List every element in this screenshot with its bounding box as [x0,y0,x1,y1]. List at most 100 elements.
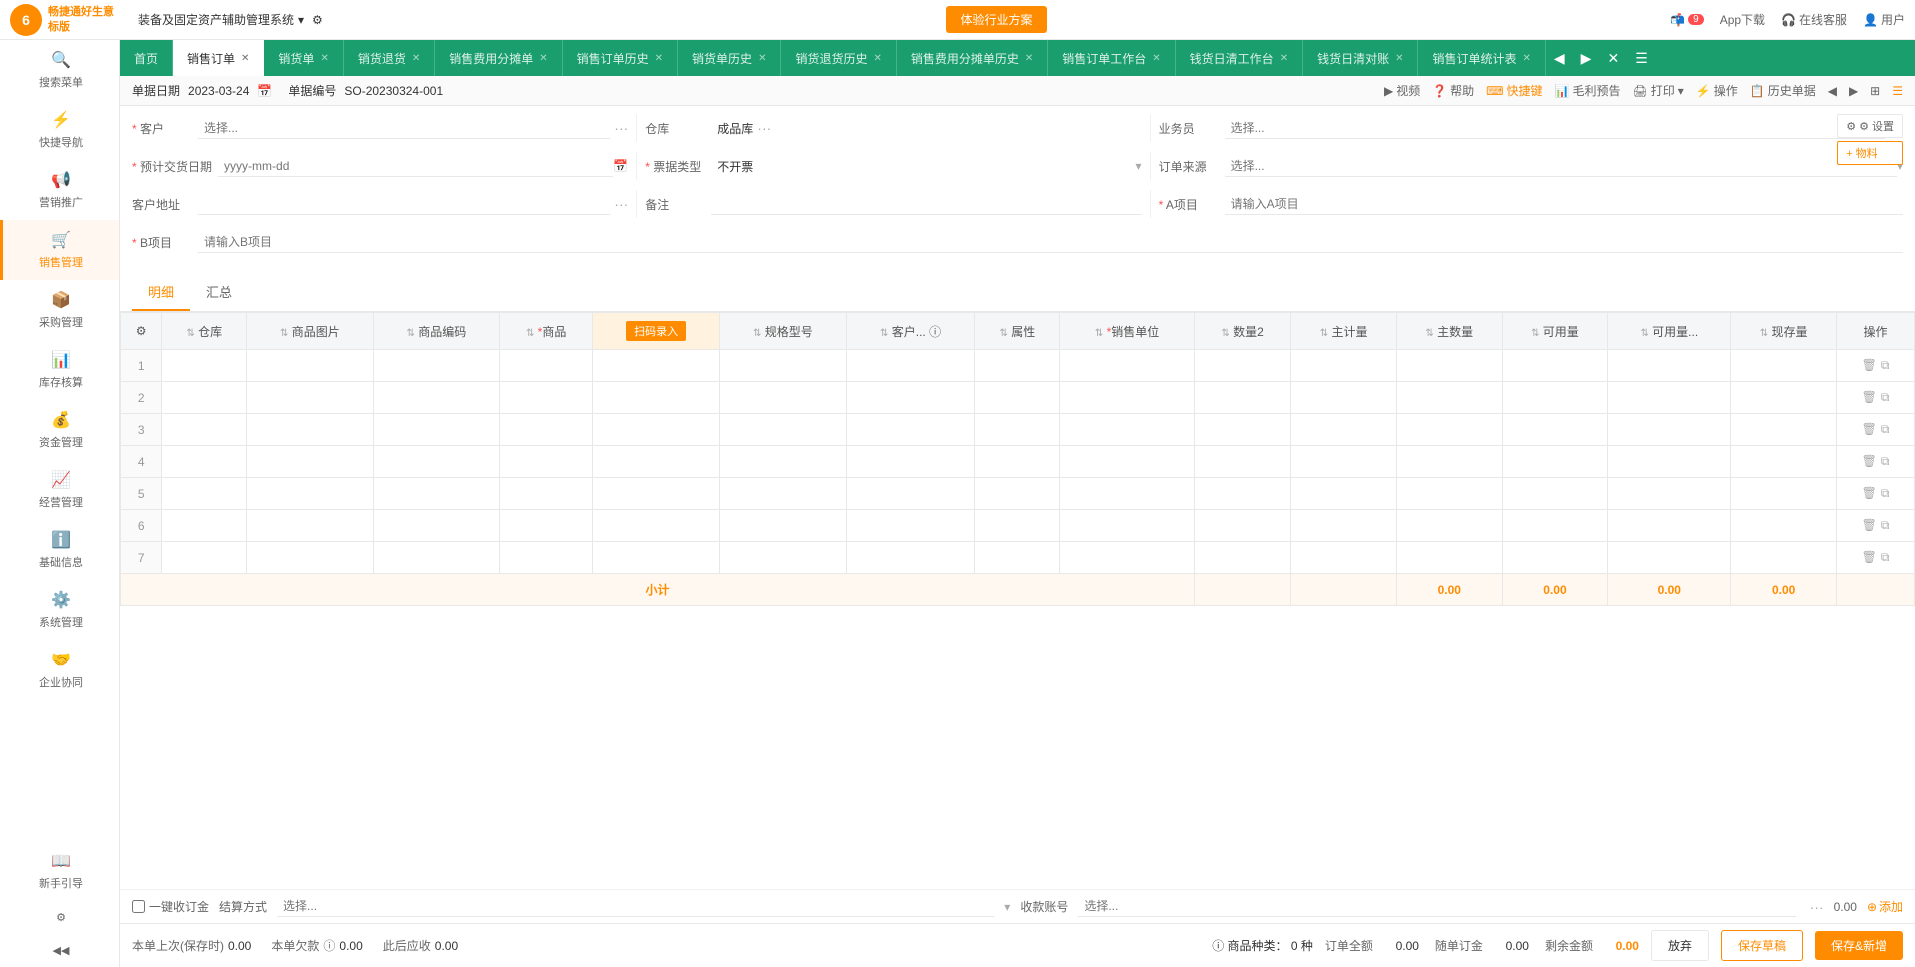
add-payment-btn[interactable]: ⊕ 添加 [1867,898,1903,915]
tab-close-sales-order-history[interactable]: ✕ [655,53,663,64]
delivery-date-input[interactable] [218,156,613,177]
table-cell[interactable] [373,350,500,382]
sidebar-item-inventory[interactable]: 📊 库存核算 [0,340,119,400]
table-cell[interactable] [975,414,1060,446]
col-scan[interactable]: 扫码录入 [593,313,720,350]
sidebar-item-guide[interactable]: 📖 新手引导 [0,841,119,901]
delete-icon[interactable]: 🗑 [1862,358,1877,372]
col-code[interactable]: ⇅ 商品编码 [373,313,500,350]
tab-close-daily-reconcile[interactable]: ✕ [1395,53,1403,64]
copy-icon[interactable]: ⧉ [1881,550,1890,564]
col-customer-code[interactable]: ⇅ 客户... ⓘ [846,313,975,350]
table-cell[interactable] [593,446,720,478]
discard-btn[interactable]: 放弃 [1651,930,1709,961]
calendar-icon[interactable]: 📅 [257,84,272,98]
table-cell[interactable] [975,542,1060,574]
delete-icon[interactable]: 🗑 [1862,486,1877,500]
table-cell[interactable] [1502,414,1608,446]
help-btn[interactable]: ❓ 帮助 [1432,82,1474,99]
col-qty2[interactable]: ⇅ 数量2 [1194,313,1290,350]
history-btn[interactable]: 📋 历史单据 [1750,82,1816,99]
sidebar-item-sales[interactable]: 🛒 销售管理 [0,220,119,280]
delete-icon[interactable]: 🗑 [1862,422,1877,436]
customer-more-icon[interactable]: ··· [614,120,628,136]
table-cell[interactable] [1608,350,1731,382]
tab-expense-history[interactable]: 销售费用分摊单历史 ✕ [897,40,1048,76]
tab-close-all-btn[interactable]: ✕ [1599,50,1627,67]
table-cell[interactable] [1291,414,1397,446]
copy-icon[interactable]: ⧉ [1881,486,1890,500]
delete-icon[interactable]: 🗑 [1862,550,1877,564]
table-cell[interactable] [1194,382,1290,414]
table-cell[interactable] [1502,542,1608,574]
tab-close-sales-bill-history[interactable]: ✕ [758,53,766,64]
tab-menu-btn[interactable]: ☰ [1627,50,1656,67]
col-settings[interactable]: ⚙ [121,313,162,350]
table-cell[interactable] [500,510,593,542]
sidebar-item-basic-info[interactable]: ℹ️ 基础信息 [0,520,119,580]
table-cell[interactable] [1194,542,1290,574]
table-cell[interactable] [1194,446,1290,478]
table-cell[interactable] [1060,510,1195,542]
table-cell[interactable] [1502,350,1608,382]
table-cell[interactable] [720,446,847,478]
sidebar-item-purchase[interactable]: 📦 采购管理 [0,280,119,340]
table-cell[interactable] [1396,446,1502,478]
table-cell[interactable] [975,510,1060,542]
profit-btn[interactable]: 📊 毛利预告 [1555,82,1621,99]
table-cell[interactable] [1608,478,1731,510]
nav-prev-icon[interactable]: ◀ [1828,84,1837,98]
tab-close-workbench[interactable]: ✕ [1152,53,1160,64]
table-cell[interactable] [1060,478,1195,510]
table-cell[interactable] [1291,510,1397,542]
app-download-link[interactable]: App下载 [1720,11,1765,28]
table-cell[interactable] [1502,446,1608,478]
table-cell[interactable] [247,542,374,574]
table-cell[interactable] [373,414,500,446]
copy-icon[interactable]: ⧉ [1881,390,1890,404]
table-cell[interactable] [593,542,720,574]
table-cell[interactable] [247,446,374,478]
tab-close-stats[interactable]: ✕ [1523,53,1531,64]
list-view-icon[interactable]: ☰ [1892,84,1903,98]
tab-close-sales-expense[interactable]: ✕ [539,53,547,64]
table-cell[interactable] [1060,542,1195,574]
table-cell[interactable] [1502,510,1608,542]
table-cell[interactable] [1608,542,1731,574]
delivery-date-calendar-icon[interactable]: 📅 [613,159,628,173]
customer-addr-input[interactable] [198,194,610,215]
table-cell[interactable] [720,510,847,542]
tab-sales-order[interactable]: 销售订单 ✕ [173,40,264,76]
table-cell[interactable] [373,542,500,574]
customer-input[interactable] [198,118,610,139]
online-service-link[interactable]: 🎧 在线客服 [1781,11,1847,28]
tab-sales-bill[interactable]: 销货单 ✕ [264,40,343,76]
tab-home[interactable]: 首页 [120,40,173,76]
table-cell[interactable] [593,478,720,510]
nav-next-icon[interactable]: ▶ [1849,84,1858,98]
table-cell[interactable] [1396,510,1502,542]
table-cell[interactable] [593,510,720,542]
tab-close-daily-clear-workbench[interactable]: ✕ [1280,53,1288,64]
notification-icon[interactable]: 📬 9 [1670,13,1704,27]
table-cell[interactable] [1608,414,1731,446]
tab-daily-clear-workbench[interactable]: 钱货日清工作台 ✕ [1176,40,1303,76]
one-click-payment-checkbox[interactable] [132,900,145,913]
table-cell[interactable] [500,350,593,382]
sidebar-item-operations[interactable]: 📈 经营管理 [0,460,119,520]
col-available2[interactable]: ⇅ 可用量... [1608,313,1731,350]
copy-icon[interactable]: ⧉ [1881,422,1890,436]
table-cell[interactable] [500,446,593,478]
table-cell[interactable] [247,478,374,510]
table-cell[interactable] [1060,414,1195,446]
table-cell[interactable] [1731,382,1837,414]
table-cell[interactable] [162,510,247,542]
one-click-payment-check[interactable]: 一键收订金 [132,898,209,915]
scan-btn[interactable]: 扫码录入 [626,321,686,341]
table-cell[interactable] [846,478,975,510]
staff-input[interactable] [1225,118,1885,139]
project-a-input[interactable] [1225,194,1903,215]
table-cell[interactable] [1291,478,1397,510]
col-image[interactable]: ⇅ 商品图片 [247,313,374,350]
copy-icon[interactable]: ⧉ [1881,454,1890,468]
